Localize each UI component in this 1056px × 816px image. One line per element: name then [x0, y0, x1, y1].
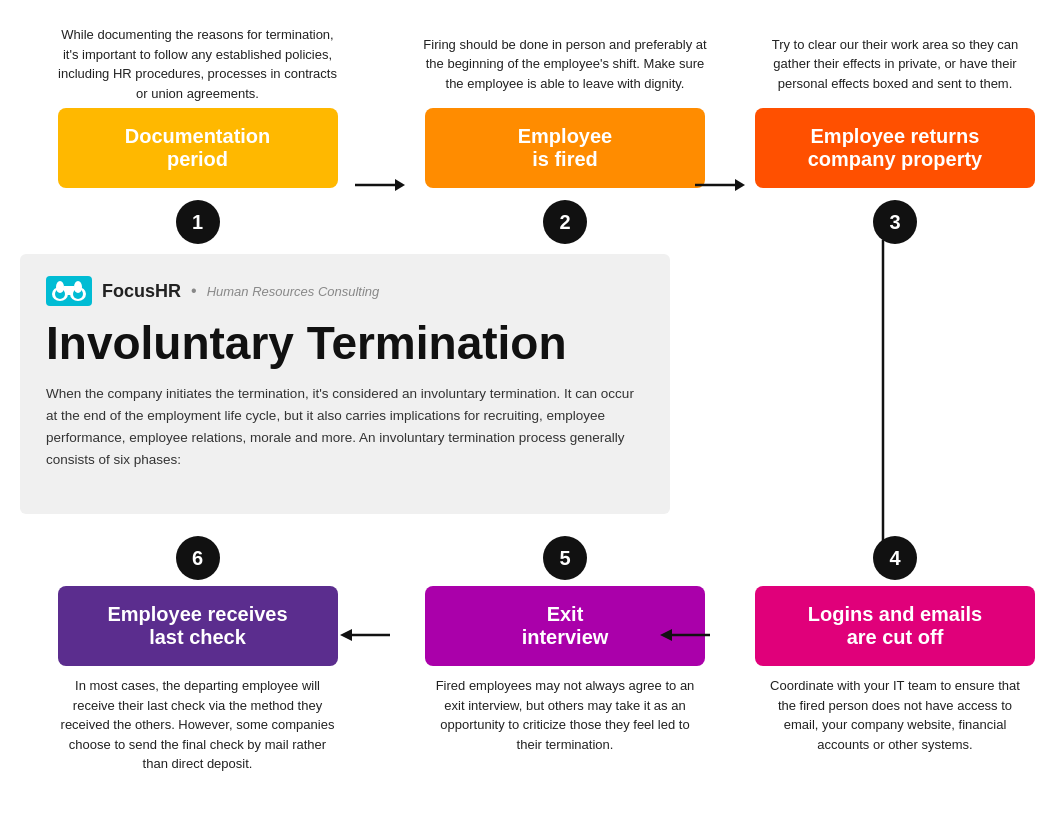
bottom-section: 6 Employee receives last check In most c… [0, 524, 1056, 794]
svg-rect-17 [64, 286, 74, 291]
step-5-col: 5 Exit interview Fired employees may not… [415, 524, 715, 774]
page-title: Involuntary Termination [46, 318, 644, 369]
step-1-description: While documenting the reasons for termin… [48, 20, 348, 108]
step-4-col: 4 Logins and emails are cut off Coordina… [755, 524, 1035, 774]
intro-text: When the company initiates the terminati… [46, 383, 644, 472]
step-1-col: While documenting the reasons for termin… [20, 20, 375, 244]
step-1-label: Documentation period [125, 125, 271, 171]
step-3-box: Employee returns company property [755, 108, 1035, 188]
logo-icon [46, 276, 92, 306]
arrow-1-2-spacer [375, 20, 415, 244]
step-6-label: Employee receives last check [107, 603, 287, 649]
step-6-number: 6 [176, 536, 220, 580]
top-section: While documenting the reasons for termin… [0, 0, 1056, 244]
step-2-number: 2 [543, 200, 587, 244]
middle-section: FocusHR • Human Resources Consulting Inv… [0, 254, 1056, 514]
logo-separator: • [191, 282, 197, 300]
step-1-box: Documentation period [58, 108, 338, 188]
step-4-description: Coordinate with your IT team to ensure t… [755, 666, 1035, 754]
svg-point-16 [74, 281, 82, 293]
step-5-number: 5 [543, 536, 587, 580]
arrow-2-3-spacer [715, 20, 755, 244]
step-5-description: Fired employees may not always agree to … [420, 666, 710, 754]
step-1-number: 1 [176, 200, 220, 244]
arrow-5-4-spacer [715, 524, 755, 774]
logo-subtitle: Human Resources Consulting [207, 284, 380, 299]
step-6-box: Employee receives last check [58, 586, 338, 666]
step-5-box: Exit interview [425, 586, 705, 666]
step-5-label: Exit interview [522, 603, 609, 649]
step-3-description: Try to clear our their work area so they… [758, 20, 1033, 108]
step-2-col: Firing should be done in person and pref… [415, 20, 715, 244]
step-3-col: Try to clear our their work area so they… [755, 20, 1035, 244]
info-card: FocusHR • Human Resources Consulting Inv… [20, 254, 670, 514]
step-2-label: Employee is fired [518, 125, 612, 171]
page-layout: While documenting the reasons for termin… [0, 0, 1056, 794]
step-6-description: In most cases, the departing employee wi… [53, 666, 343, 774]
svg-point-15 [56, 281, 64, 293]
step-3-label: Employee returns company property [808, 125, 982, 171]
step-3-number: 3 [873, 200, 917, 244]
step-4-label: Logins and emails are cut off [808, 603, 982, 649]
logo-row: FocusHR • Human Resources Consulting [46, 276, 644, 306]
logo-name: FocusHR [102, 281, 181, 302]
arrow-6-5-spacer [375, 524, 415, 774]
right-connector-space [670, 254, 1020, 514]
binoculars-svg [51, 280, 87, 302]
step-6-col: 6 Employee receives last check In most c… [20, 524, 375, 774]
step-4-number: 4 [873, 536, 917, 580]
step-2-description: Firing should be done in person and pref… [415, 20, 715, 108]
step-4-box: Logins and emails are cut off [755, 586, 1035, 666]
step-2-box: Employee is fired [425, 108, 705, 188]
